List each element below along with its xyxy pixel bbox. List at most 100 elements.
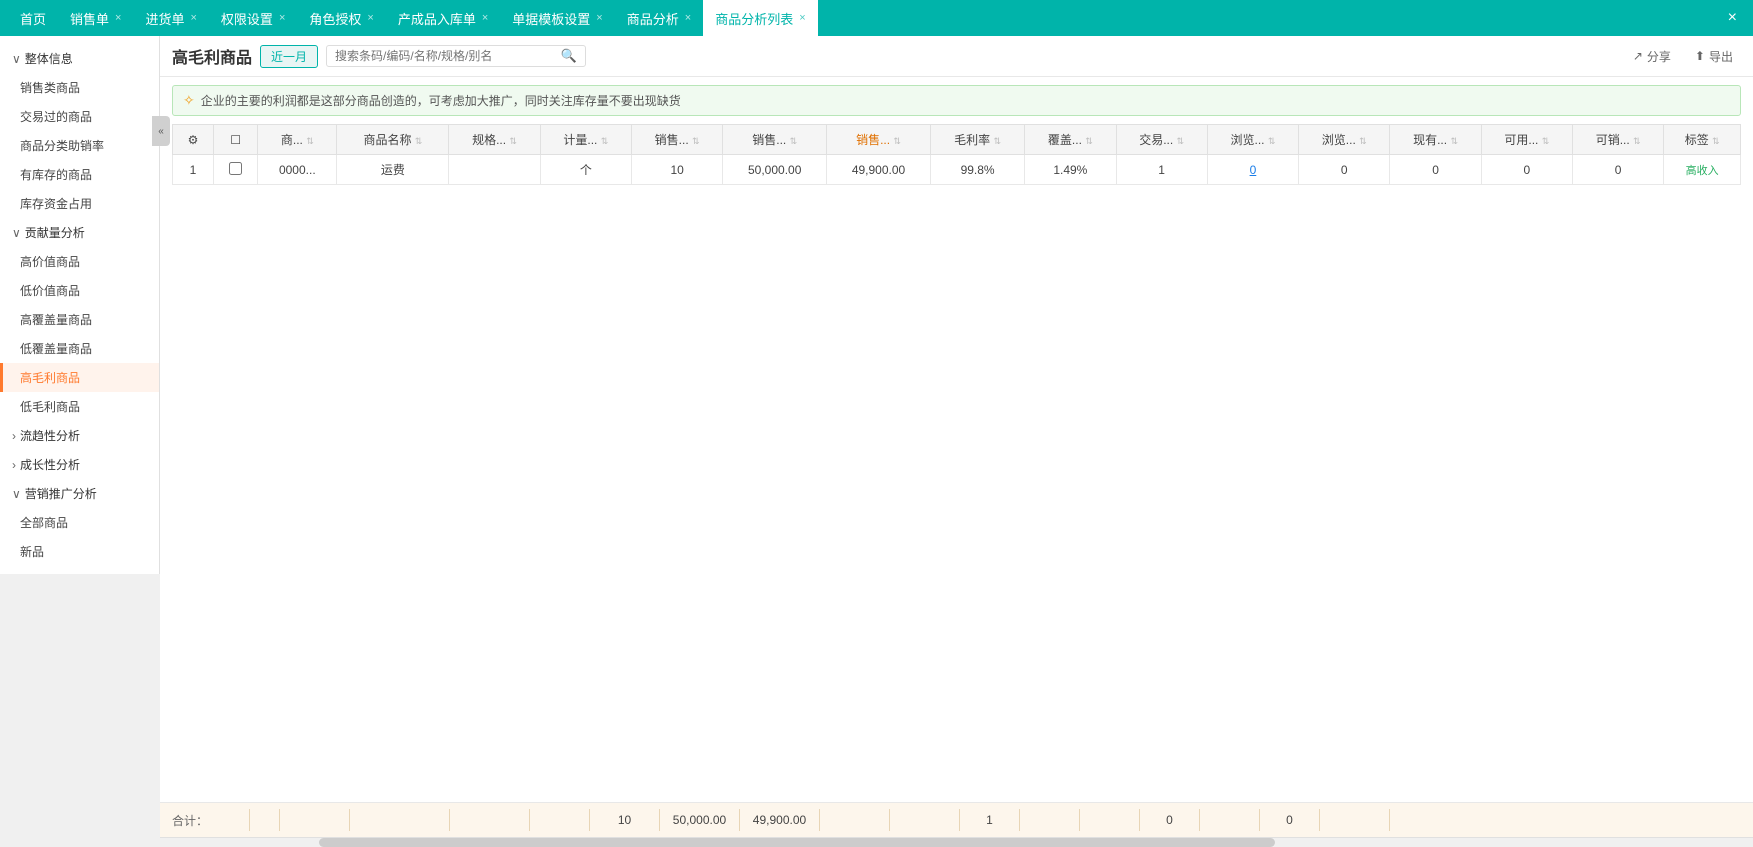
nav-close-analysis-list[interactable]: × xyxy=(799,12,805,24)
col-checkbox[interactable]: ☐ xyxy=(213,125,257,155)
row-spec xyxy=(449,155,540,185)
export-button[interactable]: ⬆ 导出 xyxy=(1687,45,1741,68)
nav-label-home: 首页 xyxy=(20,9,46,28)
table-row: 1 0000... 运费 个 10 50,000.00 49,900.00 99… xyxy=(173,155,1741,185)
nav-item-analysis-list[interactable]: 商品分析列表 × xyxy=(703,0,817,36)
sidebar-item-low-value[interactable]: 低价值商品 xyxy=(0,276,159,305)
nav-item-template[interactable]: 单据模板设置 × xyxy=(500,0,614,36)
nav-close-template[interactable]: × xyxy=(596,12,602,24)
row-saleable: 0 xyxy=(1572,155,1663,185)
nav-close-sales[interactable]: × xyxy=(115,12,121,24)
export-label: 导出 xyxy=(1709,48,1733,65)
col-gross-rate[interactable]: 毛利率 ⇅ xyxy=(930,125,1024,155)
col-saleable[interactable]: 可销... ⇅ xyxy=(1572,125,1663,155)
nav-label-product-inbound: 产成品入库单 xyxy=(398,9,476,28)
col-code[interactable]: 商... ⇅ xyxy=(258,125,337,155)
nav-item-purchase[interactable]: 进货单 × xyxy=(133,0,208,36)
row-browse1[interactable]: 0 xyxy=(1207,155,1298,185)
col-transactions[interactable]: 交易... ⇅ xyxy=(1116,125,1207,155)
col-browse1[interactable]: 浏览... ⇅ xyxy=(1207,125,1298,155)
nav-close-product-inbound[interactable]: × xyxy=(482,12,488,24)
nav-item-roles[interactable]: 角色授权 × xyxy=(297,0,385,36)
sidebar-collapse-button[interactable]: « xyxy=(152,116,170,146)
col-settings[interactable]: ⚙ xyxy=(173,125,214,155)
sidebar-group-growth[interactable]: › 成长性分析 xyxy=(0,450,159,479)
sidebar-item-high-coverage[interactable]: 高覆盖量商品 xyxy=(0,305,159,334)
footer-transactions: 1 xyxy=(960,809,1020,831)
share-button[interactable]: ↗ 分享 xyxy=(1625,45,1679,68)
footer-sales-profit: 49,900.00 xyxy=(740,809,820,831)
footer-spacer3 xyxy=(280,809,350,831)
bottom-scrollbar[interactable] xyxy=(160,837,1753,847)
col-sales-profit[interactable]: 销售... ⇅ xyxy=(827,125,931,155)
footer-spacer4 xyxy=(350,809,450,831)
row-sales-amount: 50,000.00 xyxy=(723,155,827,185)
row-checkbox[interactable] xyxy=(213,155,257,185)
info-banner: ✧ 企业的主要的利润都是这部分商品创造的，可考虑加大推广，同时关注库存量不要出现… xyxy=(172,85,1741,116)
sidebar-group-marketing[interactable]: ∨ 营销推广分析 xyxy=(0,479,159,508)
filter-month-button[interactable]: 近一月 xyxy=(260,45,318,68)
col-sales-amount[interactable]: 销售... ⇅ xyxy=(723,125,827,155)
sidebar-item-stock-capital[interactable]: 库存资金占用 xyxy=(0,189,159,218)
col-coverage[interactable]: 覆盖... ⇅ xyxy=(1025,125,1116,155)
sidebar-group-overview[interactable]: ∨ 整体信息 xyxy=(0,44,159,73)
sidebar-item-high-value[interactable]: 高价值商品 xyxy=(0,247,159,276)
col-sales-qty[interactable]: 销售... ⇅ xyxy=(631,125,722,155)
row-sales-qty: 10 xyxy=(631,155,722,185)
arrow-growth: › xyxy=(12,458,16,472)
sidebar-item-category-rate[interactable]: 商品分类助销率 xyxy=(0,131,159,160)
col-spec[interactable]: 规格... ⇅ xyxy=(449,125,540,155)
row-gross-rate: 99.8% xyxy=(930,155,1024,185)
table-footer: 合计： 10 50,000.00 49,900.00 1 0 0 xyxy=(160,802,1753,837)
export-icon: ⬆ xyxy=(1695,49,1705,63)
nav-item-product-inbound[interactable]: 产成品入库单 × xyxy=(386,0,500,36)
row-coverage: 1.49% xyxy=(1025,155,1116,185)
sidebar: ∨ 整体信息 销售类商品 交易过的商品 商品分类助销率 有库存的商品 库存资金占… xyxy=(0,36,160,574)
row-tag: 高收入 xyxy=(1664,155,1741,185)
main-layout: ∨ 整体信息 销售类商品 交易过的商品 商品分类助销率 有库存的商品 库存资金占… xyxy=(0,36,1753,847)
sidebar-group-contribution-label: 贡献量分析 xyxy=(25,224,85,241)
row-name: 运费 xyxy=(337,155,449,185)
footer-cells: 10 50,000.00 49,900.00 1 0 0 xyxy=(220,809,1741,831)
col-available[interactable]: 可用... ⇅ xyxy=(1481,125,1572,155)
col-unit[interactable]: 计量... ⇅ xyxy=(540,125,631,155)
col-current-stock[interactable]: 现有... ⇅ xyxy=(1390,125,1481,155)
sidebar-group-trend[interactable]: › 流趋性分析 xyxy=(0,421,159,450)
sidebar-wrapper: ∨ 整体信息 销售类商品 交易过的商品 商品分类助销率 有库存的商品 库存资金占… xyxy=(0,36,160,847)
table-container[interactable]: ⚙ ☐ 商... ⇅ 商品名称 ⇅ 规格... ⇅ 计量... ⇅ 销售... … xyxy=(160,124,1753,802)
nav-item-permissions[interactable]: 权限设置 × xyxy=(209,0,297,36)
nav-item-analysis[interactable]: 商品分析 × xyxy=(615,0,703,36)
sidebar-group-growth-label: 成长性分析 xyxy=(20,456,80,473)
row-browse2: 0 xyxy=(1299,155,1390,185)
search-icon[interactable]: 🔍 xyxy=(561,48,577,64)
nav-close-permissions[interactable]: × xyxy=(279,12,285,24)
nav-item-home[interactable]: 首页 xyxy=(8,0,58,36)
content-header: 高毛利商品 近一月 🔍 ↗ 分享 ⬆ 导出 xyxy=(160,36,1753,77)
row-current-stock: 0 xyxy=(1390,155,1481,185)
nav-close-purchase[interactable]: × xyxy=(190,12,196,24)
col-browse2[interactable]: 浏览... ⇅ xyxy=(1299,125,1390,155)
sidebar-item-in-stock[interactable]: 有库存的商品 xyxy=(0,160,159,189)
arrow-contribution: ∨ xyxy=(12,226,21,240)
sidebar-item-sales-goods[interactable]: 销售类商品 xyxy=(0,73,159,102)
col-name[interactable]: 商品名称 ⇅ xyxy=(337,125,449,155)
nav-close-roles[interactable]: × xyxy=(367,12,373,24)
col-tag[interactable]: 标签 ⇅ xyxy=(1664,125,1741,155)
sidebar-group-contribution[interactable]: ∨ 贡献量分析 xyxy=(0,218,159,247)
sidebar-item-high-margin[interactable]: 高毛利商品 xyxy=(0,363,159,392)
footer-spacer7 xyxy=(820,809,890,831)
sidebar-item-traded-goods[interactable]: 交易过的商品 xyxy=(0,102,159,131)
footer-spacer6 xyxy=(530,809,590,831)
sidebar-item-all-goods[interactable]: 全部商品 xyxy=(0,508,159,537)
search-input[interactable] xyxy=(335,49,561,63)
arrow-overview: ∨ xyxy=(12,52,21,66)
sidebar-item-new-goods[interactable]: 新品 xyxy=(0,537,159,566)
footer-available xyxy=(1200,809,1260,831)
nav-item-sales[interactable]: 销售单 × xyxy=(58,0,133,36)
nav-close-analysis[interactable]: × xyxy=(685,12,691,24)
sidebar-item-low-coverage[interactable]: 低覆盖量商品 xyxy=(0,334,159,363)
sidebar-item-low-margin[interactable]: 低毛利商品 xyxy=(0,392,159,421)
top-nav: 首页 销售单 × 进货单 × 权限设置 × 角色授权 × 产成品入库单 × 单据… xyxy=(0,0,1753,36)
nav-label-roles: 角色授权 xyxy=(309,9,361,28)
nav-close-all[interactable]: × xyxy=(1720,9,1745,27)
